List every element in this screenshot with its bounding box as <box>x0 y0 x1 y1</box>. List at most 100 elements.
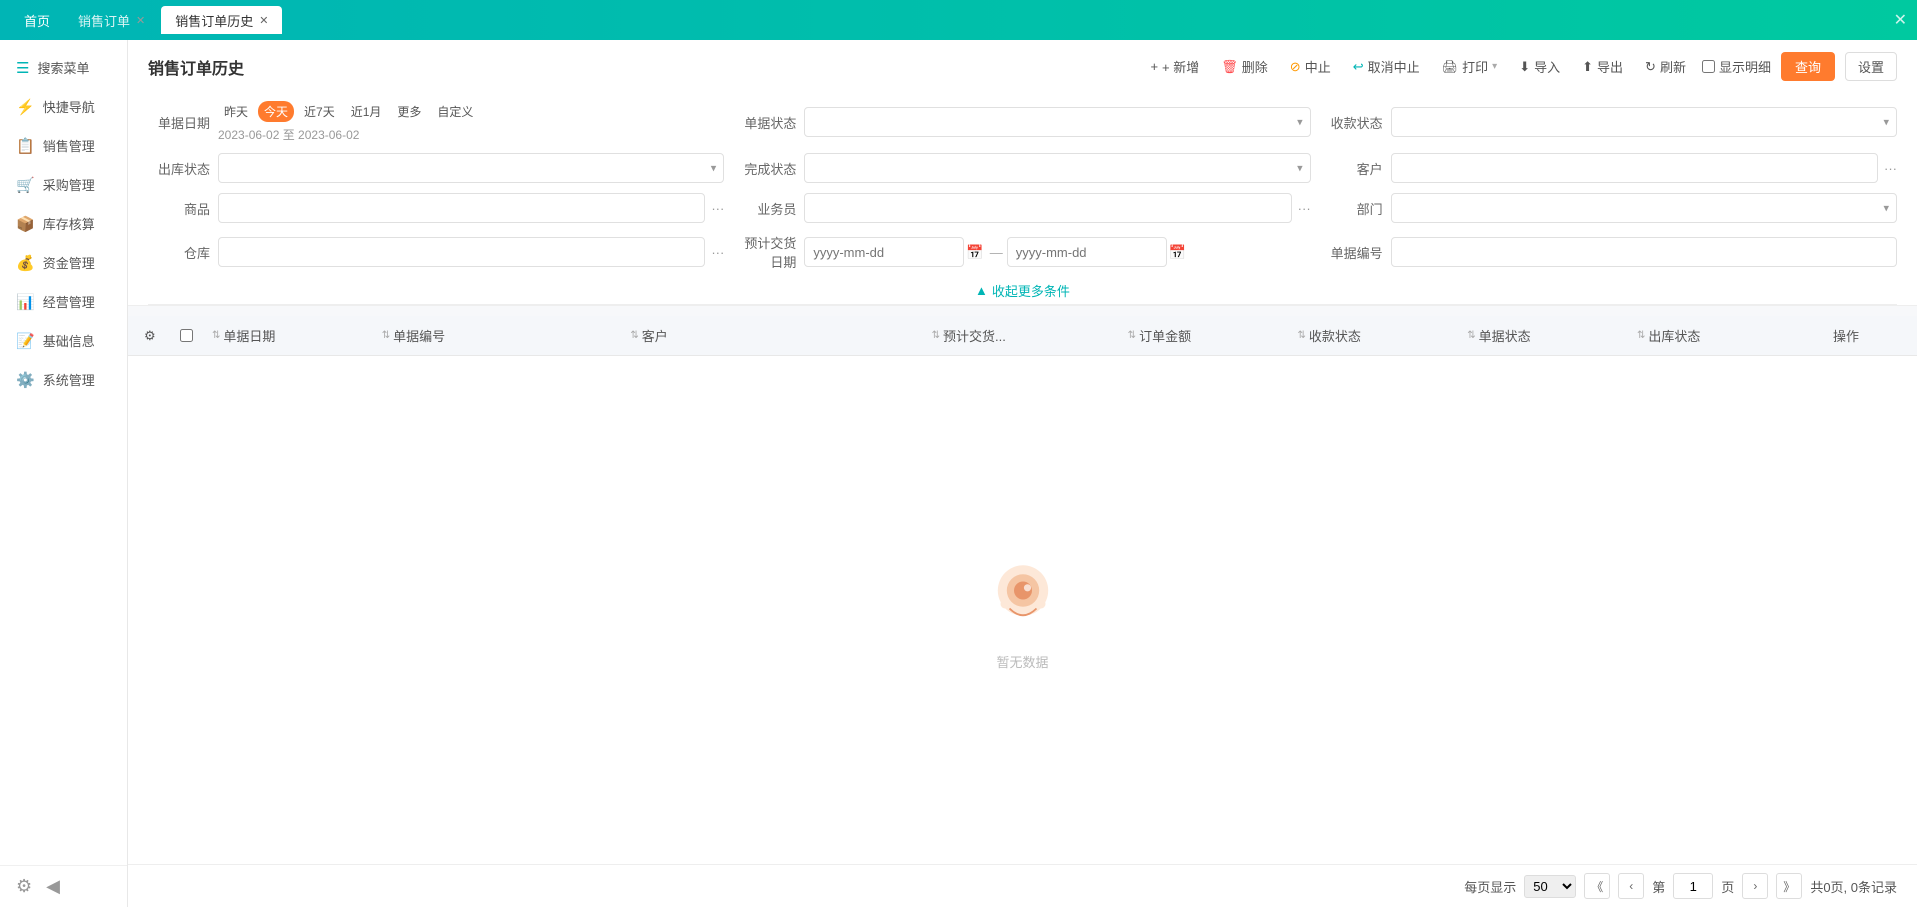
sidebar-item-operations[interactable]: 📊 经营管理 <box>0 282 127 321</box>
sidebar: ☰ 搜索菜单 ⚡ 快捷导航 📋 销售管理 🛒 采购管理 📦 库存核算 💰 资金管… <box>0 40 128 907</box>
settings-button[interactable]: 设置 <box>1845 52 1897 81</box>
salesperson-dots[interactable]: ··· <box>1298 201 1311 216</box>
delivery-date-end-cal-icon[interactable]: 📅 <box>1169 244 1186 261</box>
complete-status-label: 完成状态 <box>734 159 804 178</box>
sidebar-item-search-menu[interactable]: ☰ 搜索菜单 <box>0 48 127 87</box>
delete-button[interactable]: 🗑 删除 <box>1215 54 1274 79</box>
last-page-button[interactable]: 》 <box>1776 873 1802 899</box>
window-close-icon[interactable]: ✕ <box>1894 10 1907 30</box>
sidebar-item-basic-info[interactable]: 📝 基础信息 <box>0 321 127 360</box>
first-page-button[interactable]: 《 <box>1584 873 1610 899</box>
prev-page-button[interactable]: ‹ <box>1618 873 1644 899</box>
customer-label: 客户 <box>1321 159 1391 178</box>
topbar: 首页 销售订单 ✕ 销售订单历史 ✕ ✕ <box>0 0 1917 40</box>
tab-sales-order-close[interactable]: ✕ <box>136 14 145 27</box>
dept-select[interactable] <box>1391 193 1897 223</box>
th-date[interactable]: ⇅ 单据日期 <box>206 326 376 345</box>
select-all-checkbox[interactable] <box>180 329 193 342</box>
th-ops: 操作 <box>1827 326 1907 345</box>
tab-sales-history[interactable]: 销售订单历史 ✕ <box>161 6 282 34</box>
sidebar-item-search-menu-label: 搜索菜单 <box>37 58 89 77</box>
th-ops-label: 操作 <box>1833 326 1859 345</box>
sidebar-item-finance[interactable]: 💰 资金管理 <box>0 243 127 282</box>
stop-button[interactable]: ⊘ 中止 <box>1284 54 1337 79</box>
product-input[interactable] <box>218 193 705 223</box>
order-status-select[interactable] <box>804 107 1310 137</box>
sidebar-item-operations-label: 经营管理 <box>43 292 95 311</box>
sidebar-item-purchase-mgmt[interactable]: 🛒 采购管理 <box>0 165 127 204</box>
date-btn-more[interactable]: 更多 <box>391 101 427 122</box>
filter-area: 单据日期 昨天 今天 近7天 近1月 更多 自定义 2023-06-02 至 2… <box>148 91 1897 305</box>
finance-icon: 💰 <box>16 254 35 272</box>
sys-mgmt-icon: ⚙️ <box>16 371 35 389</box>
cancel-stop-button[interactable]: ↩ 取消中止 <box>1347 54 1426 79</box>
delivery-date-start[interactable] <box>804 237 964 267</box>
delivery-date-end[interactable] <box>1007 237 1167 267</box>
date-btn-7days[interactable]: 近7天 <box>298 101 341 122</box>
receipt-status-select[interactable] <box>1391 107 1897 137</box>
warehouse-input[interactable] <box>218 237 705 267</box>
display-toggle-checkbox[interactable] <box>1702 60 1715 73</box>
th-outbound-label: 出库状态 <box>1648 326 1700 345</box>
collapse-row[interactable]: ▲ 收起更多条件 <box>148 277 1897 304</box>
query-button[interactable]: 查询 <box>1781 52 1835 81</box>
sidebar-settings-icon[interactable]: ⚙ <box>16 876 32 897</box>
date-btn-today[interactable]: 今天 <box>258 101 294 122</box>
empty-icon <box>978 550 1068 640</box>
complete-status-select[interactable] <box>804 153 1310 183</box>
sidebar-item-sales-mgmt[interactable]: 📋 销售管理 <box>0 126 127 165</box>
tab-home[interactable]: 首页 <box>10 6 64 34</box>
sidebar-item-sys-mgmt[interactable]: ⚙️ 系统管理 <box>0 360 127 399</box>
th-delivery[interactable]: ⇅ 预计交货... <box>926 326 1122 345</box>
import-button[interactable]: ⬇ 导入 <box>1513 54 1566 79</box>
salesperson-input[interactable] <box>804 193 1291 223</box>
date-btn-1month[interactable]: 近1月 <box>345 101 388 122</box>
page-input[interactable] <box>1673 873 1713 899</box>
sidebar-item-inventory[interactable]: 📦 库存核算 <box>0 204 127 243</box>
filter-warehouse: 仓库 ··· <box>148 233 724 271</box>
tab-sales-order-label: 销售订单 <box>78 11 130 30</box>
th-gear[interactable]: ⚙ <box>138 328 174 344</box>
filter-order-no: 单据编号 <box>1321 233 1897 271</box>
tab-sales-order[interactable]: 销售订单 ✕ <box>64 6 159 34</box>
order-status-wrap <box>804 107 1310 137</box>
date-content: 昨天 今天 近7天 近1月 更多 自定义 2023-06-02 至 2023-0… <box>218 101 479 143</box>
customer-dots[interactable]: ··· <box>1884 161 1897 176</box>
outbound-status-select[interactable] <box>218 153 724 183</box>
date-btn-custom[interactable]: 自定义 <box>431 101 479 122</box>
th-receipt[interactable]: ⇅ 收款状态 <box>1291 326 1461 345</box>
collapse-label: 收起更多条件 <box>992 281 1070 300</box>
page-title: 销售订单历史 <box>148 55 244 79</box>
display-toggle-label: 显示明细 <box>1719 57 1771 76</box>
sort-receipt-icon: ⇅ <box>1297 330 1305 341</box>
gear-icon: ⚙ <box>144 328 156 344</box>
th-status[interactable]: ⇅ 单据状态 <box>1461 326 1631 345</box>
date-btn-yesterday[interactable]: 昨天 <box>218 101 254 122</box>
dept-label: 部门 <box>1321 199 1391 218</box>
sidebar-item-basic-info-label: 基础信息 <box>43 331 95 350</box>
product-dots[interactable]: ··· <box>711 201 724 216</box>
empty-area: 暂无数据 <box>128 356 1917 864</box>
th-check[interactable] <box>174 329 206 342</box>
order-no-input[interactable] <box>1391 237 1897 267</box>
th-amount[interactable]: ⇅ 订单金额 <box>1122 326 1292 345</box>
collapse-up-icon: ▲ <box>975 283 988 298</box>
sidebar-item-quick-nav[interactable]: ⚡ 快捷导航 <box>0 87 127 126</box>
new-button[interactable]: + + 新增 <box>1144 54 1205 79</box>
filter-outbound-status: 出库状态 <box>148 153 724 183</box>
print-button[interactable]: 🖨 打印 ▾ <box>1436 54 1504 79</box>
th-no[interactable]: ⇅ 单据编号 <box>376 326 625 345</box>
purchase-mgmt-icon: 🛒 <box>16 176 35 194</box>
sidebar-collapse-icon[interactable]: ◀ <box>46 876 60 897</box>
export-button[interactable]: ⬆ 导出 <box>1576 54 1629 79</box>
refresh-icon: ↻ <box>1645 59 1656 75</box>
customer-input[interactable] <box>1391 153 1878 183</box>
th-customer[interactable]: ⇅ 客户 <box>624 326 925 345</box>
per-page-select[interactable]: 10 20 50 100 <box>1524 875 1576 898</box>
refresh-button[interactable]: ↻ 刷新 <box>1639 54 1692 79</box>
th-outbound[interactable]: ⇅ 出库状态 <box>1631 326 1827 345</box>
delivery-date-start-cal-icon[interactable]: 📅 <box>966 244 983 261</box>
warehouse-dots[interactable]: ··· <box>711 245 724 260</box>
tab-sales-history-close[interactable]: ✕ <box>259 14 268 27</box>
next-page-button[interactable]: › <box>1742 873 1768 899</box>
